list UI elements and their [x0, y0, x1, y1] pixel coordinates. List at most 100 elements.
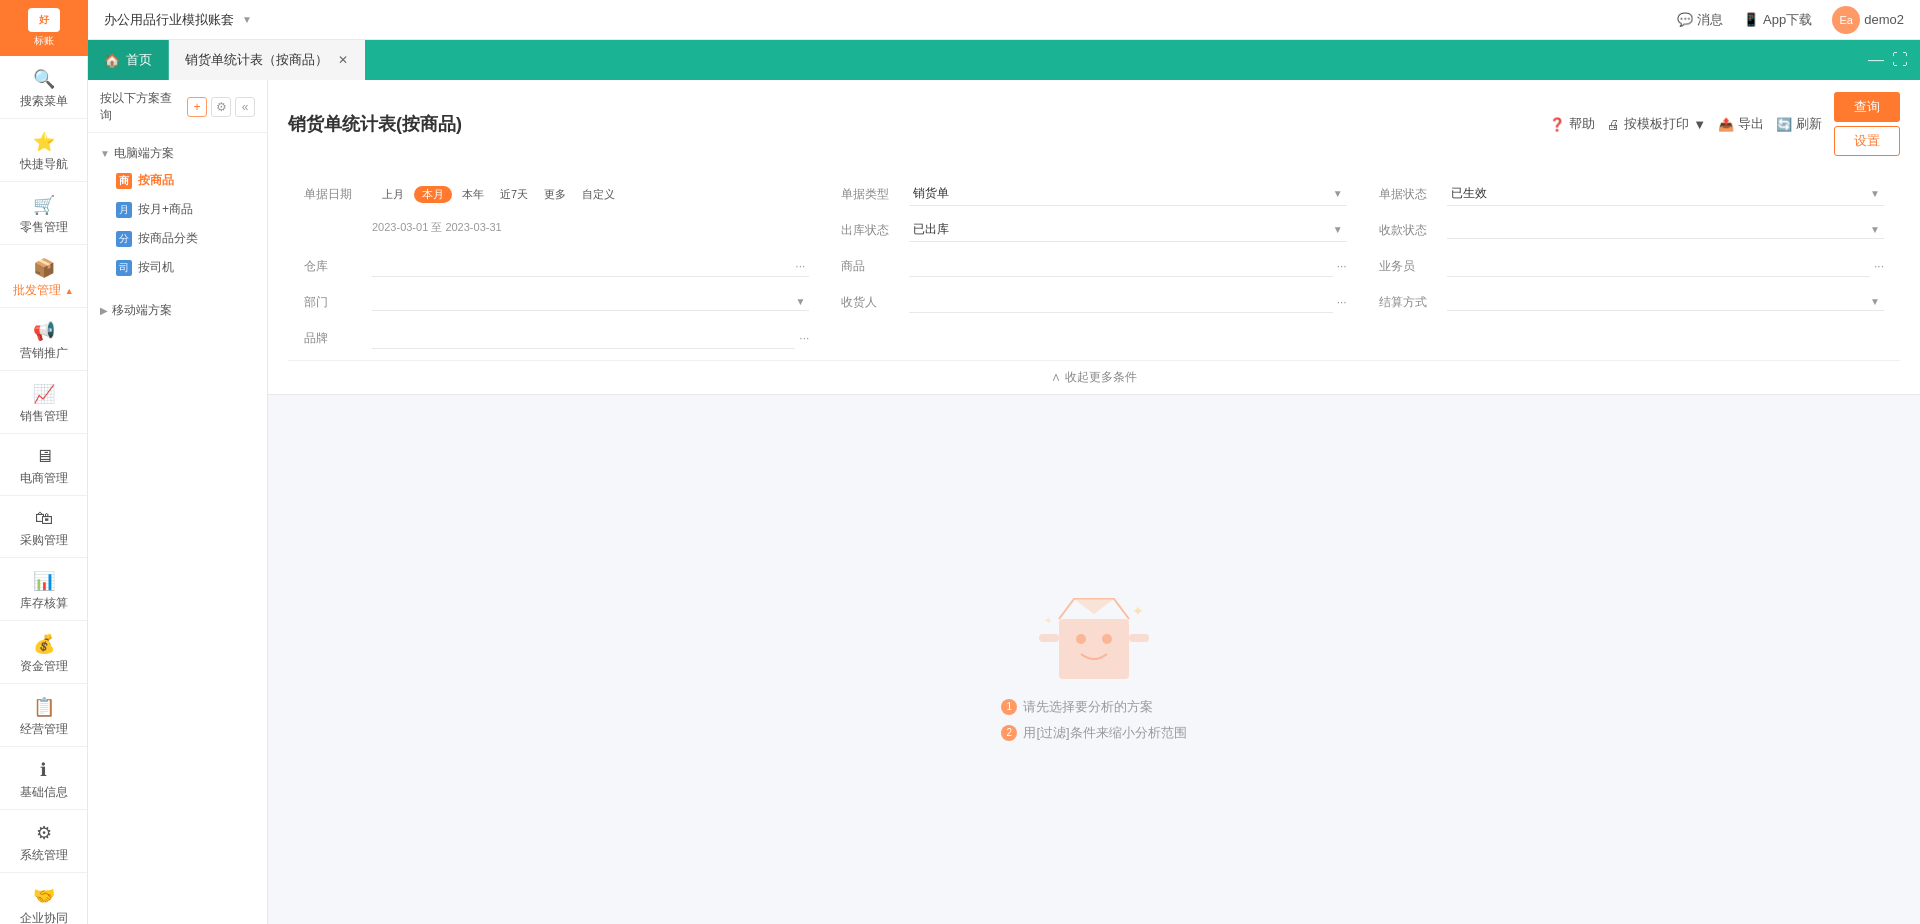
- tab-maximize-button[interactable]: ⛶: [1892, 51, 1908, 69]
- date-btn-more[interactable]: 更多: [538, 186, 572, 203]
- tab-bar-actions: — ⛶: [1856, 40, 1920, 80]
- avatar: Ea: [1832, 6, 1860, 34]
- date-quick-buttons: 上月 本月 本年 近7天 更多 自定义: [376, 186, 621, 203]
- sidebar-item-system[interactable]: ⚙ 系统管理: [0, 810, 87, 873]
- sidebar-item-retail[interactable]: 🛒 零售管理: [0, 182, 87, 245]
- receiver-input[interactable]: [909, 292, 1332, 313]
- system-icon: ⚙: [4, 822, 83, 844]
- scheme-category-icon: 分: [116, 231, 132, 247]
- date-btn-this-year[interactable]: 本年: [456, 186, 490, 203]
- warehouse-dots: ···: [795, 259, 805, 273]
- main-content: 销货单统计表(按商品) ❓ 帮助 🖨 按模板打印 ▼ 📤: [268, 80, 1920, 924]
- filter-department: 部门 ▼: [288, 284, 825, 320]
- logo-text: 标账: [34, 34, 54, 48]
- department-dropdown[interactable]: ▼: [372, 293, 809, 311]
- brand-dots[interactable]: ···: [799, 331, 809, 345]
- query-button[interactable]: 查询: [1834, 92, 1900, 122]
- print-dropdown-icon: ▼: [1693, 117, 1706, 132]
- scheme-by-driver[interactable]: 司 按司机: [88, 253, 267, 282]
- help-button[interactable]: ❓ 帮助: [1549, 115, 1595, 133]
- product-input[interactable]: [909, 256, 1332, 277]
- sidebar-item-marketing[interactable]: 📢 营销推广: [0, 308, 87, 371]
- sidebar-item-basic-info[interactable]: ℹ 基础信息: [0, 747, 87, 810]
- out-status-arrow: ▼: [1333, 224, 1343, 235]
- doc-type-dropdown[interactable]: 销货单 ▼: [909, 182, 1346, 206]
- sidebar: 好 标账 🔍 搜索菜单 ⭐ 快捷导航 🛒 零售管理 📦 批发管理 ▲ 📢 营销推…: [0, 0, 88, 924]
- purchase-icon: 🛍: [4, 508, 83, 529]
- svg-text:✦: ✦: [1044, 615, 1052, 626]
- add-scheme-button[interactable]: +: [187, 97, 207, 117]
- scheme-by-category[interactable]: 分 按商品分类: [88, 224, 267, 253]
- filter-receiver: 收货人 ···: [825, 284, 1362, 320]
- receiver-dots[interactable]: ···: [1337, 295, 1347, 309]
- empty-state: ✦ ✦ 1 请先选择要分析的方案 2 用[过滤]条件来缩小分析范围: [268, 395, 1920, 924]
- sidebar-item-purchase[interactable]: 🛍 采购管理: [0, 496, 87, 558]
- tab-home[interactable]: 🏠 首页: [88, 40, 169, 80]
- header-dropdown-arrow[interactable]: ▼: [242, 14, 252, 25]
- filter-warehouse: 仓库 ···: [288, 248, 825, 284]
- empty-hint-2: 2 用[过滤]条件来缩小分析范围: [1001, 720, 1186, 746]
- export-button[interactable]: 📤 导出: [1718, 115, 1764, 133]
- collapse-scheme-button[interactable]: «: [235, 97, 255, 117]
- mobile-scheme-section-header[interactable]: ▶ 移动端方案: [88, 298, 267, 323]
- sidebar-item-ecommerce[interactable]: 🖥 电商管理: [0, 434, 87, 496]
- tab-report[interactable]: 销货单统计表（按商品） ✕: [169, 40, 365, 80]
- tab-bar: 🏠 首页 销货单统计表（按商品） ✕ — ⛶: [88, 40, 1920, 80]
- filter-date-range-row: 2023-03-01 至 2023-03-31: [288, 212, 825, 248]
- product-dots[interactable]: ···: [1337, 259, 1347, 273]
- date-btn-7days[interactable]: 近7天: [494, 186, 534, 203]
- filter-product: 商品 ···: [825, 248, 1362, 284]
- svg-rect-4: [1129, 634, 1149, 642]
- help-icon: ❓: [1549, 117, 1565, 132]
- sidebar-item-finance[interactable]: 💰 资金管理: [0, 621, 87, 684]
- sidebar-item-operations[interactable]: 📋 经营管理: [0, 684, 87, 747]
- sidebar-item-search[interactable]: 🔍 搜索菜单: [0, 56, 87, 119]
- date-btn-this-month[interactable]: 本月: [414, 186, 452, 203]
- top-header: 办公用品行业模拟账套 ▼ 💬 消息 📱 App下载 Ea demo2: [88, 0, 1920, 40]
- scheme-driver-icon: 司: [116, 260, 132, 276]
- settings-scheme-button[interactable]: ⚙: [211, 97, 231, 117]
- sidebar-item-enterprise[interactable]: 🤝 企业协同: [0, 873, 87, 924]
- app-logo: 好 标账: [0, 0, 88, 56]
- warehouse-dropdown[interactable]: ···: [372, 256, 809, 277]
- scheme-by-product[interactable]: 商 按商品: [88, 166, 267, 195]
- user-menu[interactable]: Ea demo2: [1832, 6, 1904, 34]
- salesman-dots[interactable]: ···: [1874, 259, 1884, 273]
- filter-brand: 品牌 ···: [288, 320, 825, 356]
- scheme-panel: 按以下方案查询 + ⚙ « ▼ 电脑端方案 商 按商品 月 按月: [88, 80, 268, 924]
- star-icon: ⭐: [4, 131, 83, 153]
- app-download-button[interactable]: 📱 App下载: [1743, 11, 1812, 29]
- date-btn-last-month[interactable]: 上月: [376, 186, 410, 203]
- refresh-button[interactable]: 🔄 刷新: [1776, 115, 1822, 133]
- receipt-status-dropdown[interactable]: ▼: [1447, 221, 1884, 239]
- filter-doc-type: 单据类型 销货单 ▼: [825, 176, 1362, 212]
- receipt-status-arrow: ▼: [1870, 224, 1880, 235]
- sidebar-item-sales[interactable]: 📈 销售管理: [0, 371, 87, 434]
- empty-hints: 1 请先选择要分析的方案 2 用[过滤]条件来缩小分析范围: [1001, 694, 1186, 746]
- home-icon: 🏠: [104, 53, 120, 68]
- sidebar-item-wholesale[interactable]: 📦 批发管理 ▲: [0, 245, 87, 308]
- marketing-icon: 📢: [4, 320, 83, 342]
- settings-button[interactable]: 设置: [1834, 126, 1900, 156]
- doc-status-dropdown[interactable]: 已生效 ▼: [1447, 182, 1884, 206]
- message-button[interactable]: 💬 消息: [1677, 11, 1723, 29]
- pc-scheme-section-header[interactable]: ▼ 电脑端方案: [88, 141, 267, 166]
- search-icon: 🔍: [4, 68, 83, 90]
- collapse-filter-button[interactable]: ∧ 收起更多条件: [288, 360, 1900, 394]
- tab-close-button[interactable]: ✕: [338, 53, 348, 67]
- filter-date: 单据日期 上月 本月 本年 近7天 更多 自定义: [288, 176, 825, 212]
- date-btn-custom[interactable]: 自定义: [576, 186, 621, 203]
- sidebar-item-inventory[interactable]: 📊 库存核算: [0, 558, 87, 621]
- doc-status-arrow: ▼: [1870, 188, 1880, 199]
- download-icon: 📱: [1743, 12, 1759, 27]
- settlement-dropdown[interactable]: ▼: [1447, 293, 1884, 311]
- scheme-by-month-product[interactable]: 月 按月+商品: [88, 195, 267, 224]
- scheme-product-icon: 商: [116, 173, 132, 189]
- print-button[interactable]: 🖨 按模板打印 ▼: [1607, 115, 1706, 133]
- sidebar-item-quick-nav[interactable]: ⭐ 快捷导航: [0, 119, 87, 182]
- svg-text:✦: ✦: [1132, 603, 1144, 619]
- salesman-input[interactable]: [1447, 256, 1870, 277]
- brand-input[interactable]: [372, 328, 795, 349]
- out-status-dropdown[interactable]: 已出库 ▼: [909, 218, 1346, 242]
- tab-minimize-button[interactable]: —: [1868, 51, 1884, 69]
